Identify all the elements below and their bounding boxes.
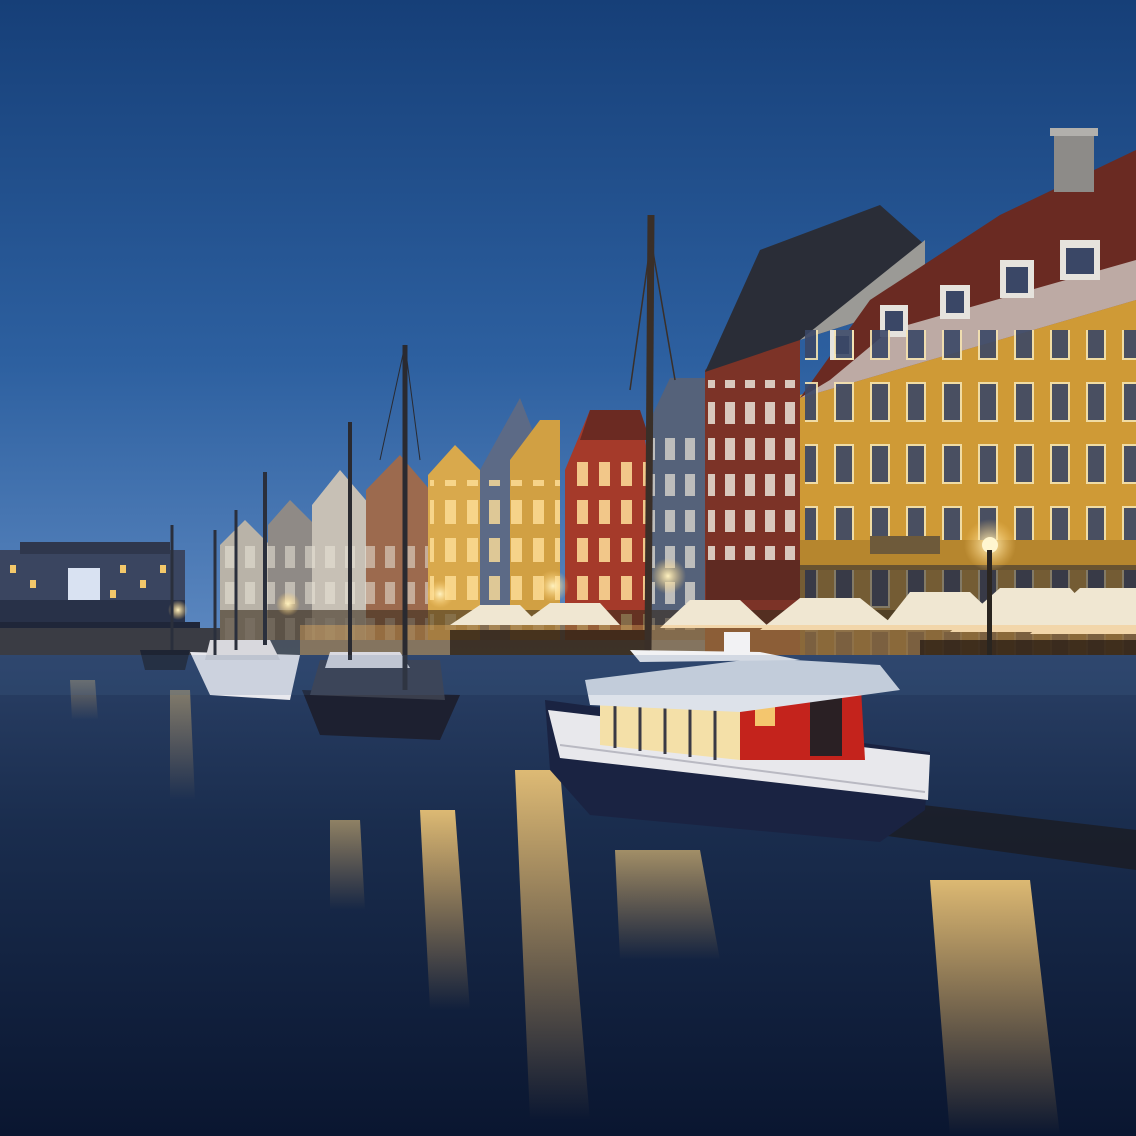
building-sign [870,536,940,554]
harbour-photo [0,0,1136,1136]
tall-mast [644,214,655,651]
harbour-illustration [0,0,1136,1136]
